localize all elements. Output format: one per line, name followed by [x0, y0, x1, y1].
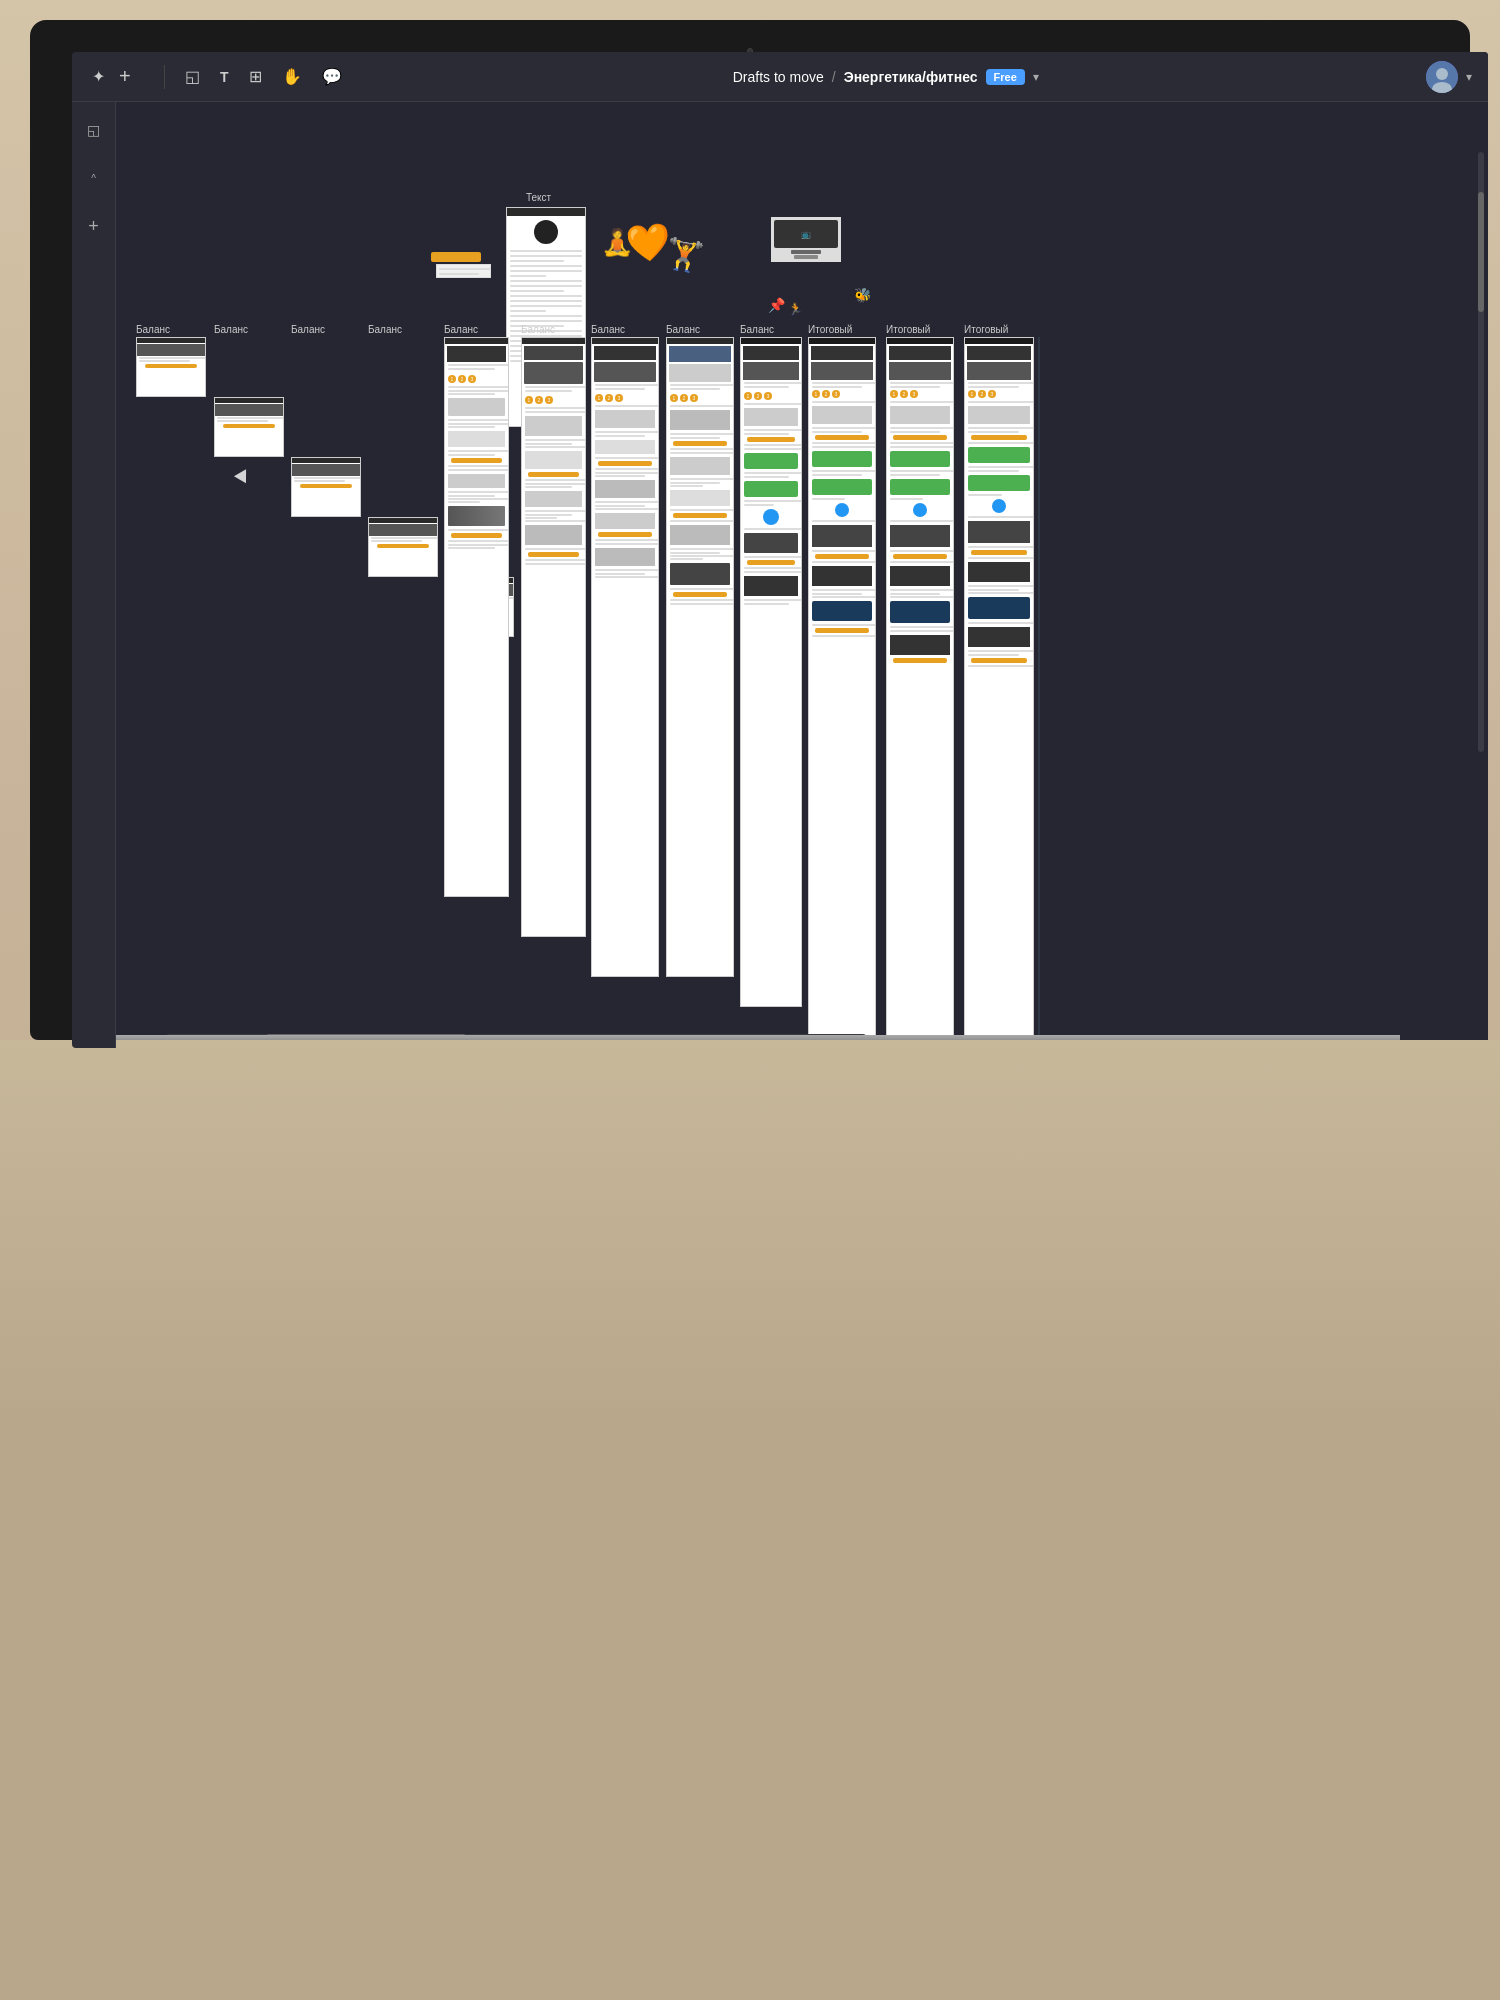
avatar[interactable] [1426, 61, 1458, 93]
monitor-icon-frame: 📺 [771, 217, 841, 262]
screen-bezel: ✦ + ◱ T ⊞ ✋ 💬 Drafts to move / Энергетик… [30, 20, 1470, 1040]
toolbar-center: Drafts to move / Энергетика/фитнес Free … [358, 69, 1414, 85]
laptop-bottom: MacBook Air esc F1🔅 F2🔆 F3⊞⊞ F4☰☰ F5··· … [0, 1040, 1500, 2000]
balans-thumb-1 [136, 337, 206, 397]
divider-line [1038, 337, 1040, 1037]
breadcrumb-separator: / [832, 69, 836, 85]
add-section-icon[interactable]: + [78, 210, 110, 242]
canvas-content: Текст [136, 132, 1436, 1032]
balans-thumb-3 [291, 457, 361, 517]
logo-icon: ✦ [88, 63, 109, 90]
chevron-down-icon[interactable]: ▾ [1033, 70, 1039, 84]
scrollbar-vertical[interactable] [1478, 152, 1484, 752]
comment-tool[interactable]: 💬 [318, 63, 346, 90]
toolbar-right: ▾ [1426, 61, 1472, 93]
label-balans-6: Баланс [521, 324, 555, 335]
select-tool[interactable]: ◱ [181, 63, 204, 90]
left-sidebar: ◱ ^ + [72, 102, 116, 1048]
itogoviy-tall-3: 1 2 3 [964, 337, 1034, 1048]
bee-sticker: 🐝 [854, 287, 871, 303]
label-itogoviy-2: Итоговый [886, 324, 930, 335]
svg-point-1 [1436, 68, 1448, 80]
laptop-outer: ✦ + ◱ T ⊞ ✋ 💬 Drafts to move / Энергетик… [0, 0, 1500, 2000]
balans-tall-2: 1 2 3 [521, 337, 586, 937]
sticker-figure-2: 🏋️ [663, 234, 706, 275]
text-frame-label: Текст [526, 192, 551, 203]
layers-icon[interactable]: ◱ [78, 114, 110, 146]
label-balans-8: Баланс [666, 324, 700, 335]
breadcrumb-page[interactable]: Энергетика/фитнес [844, 69, 978, 85]
note-frame [436, 264, 491, 278]
label-balans-7: Баланс [591, 324, 625, 335]
sticker-figure-3: 🧘 [601, 227, 633, 258]
balans-tall-4: 1 2 3 [666, 337, 734, 977]
hand-tool[interactable]: ✋ [278, 63, 306, 90]
account-chevron[interactable]: ▾ [1466, 70, 1472, 84]
label-balans-5: Баланс [444, 324, 478, 335]
screen: ✦ + ◱ T ⊞ ✋ 💬 Drafts to move / Энергетик… [72, 52, 1488, 1048]
toolbar-left: ✦ + [88, 63, 148, 90]
text-tool[interactable]: T [216, 65, 233, 89]
label-balans-4: Баланс [368, 324, 402, 335]
canvas[interactable]: Текст [116, 102, 1488, 1048]
components-tool[interactable]: ⊞ [245, 63, 266, 90]
balans-tall-1: 1 2 3 [444, 337, 509, 897]
label-balans-2: Баланс [214, 324, 248, 335]
label-itogoviy-1: Итоговый [808, 324, 852, 335]
itogoviy-tall-1: 1 2 3 [808, 337, 876, 1037]
balans-tall-5: 1 2 3 [740, 337, 802, 1007]
pin-icon: 📌 [768, 297, 785, 313]
balans-thumb-4 [368, 517, 438, 577]
label-balans-1: Баланс [136, 324, 170, 335]
add-tab-icon[interactable]: + [119, 65, 131, 88]
label-itogoviy-3: Итоговый [964, 324, 1008, 335]
small-figure: 🏃 [788, 302, 803, 316]
collapse-icon[interactable]: ^ [78, 162, 110, 194]
orange-note-1 [431, 252, 481, 262]
scrollbar-v-thumb[interactable] [1478, 192, 1484, 312]
itogoviy-tall-2: 1 2 3 [886, 337, 954, 1048]
free-badge: Free [986, 69, 1025, 85]
balans-thumb-2 [214, 397, 284, 457]
label-balans-9: Баланс [740, 324, 774, 335]
breadcrumb-project[interactable]: Drafts to move [733, 69, 824, 85]
balans-tall-3: 1 2 3 [591, 337, 659, 977]
label-balans-3: Баланс [291, 324, 325, 335]
toolbar: ✦ + ◱ T ⊞ ✋ 💬 Drafts to move / Энергетик… [72, 52, 1488, 102]
